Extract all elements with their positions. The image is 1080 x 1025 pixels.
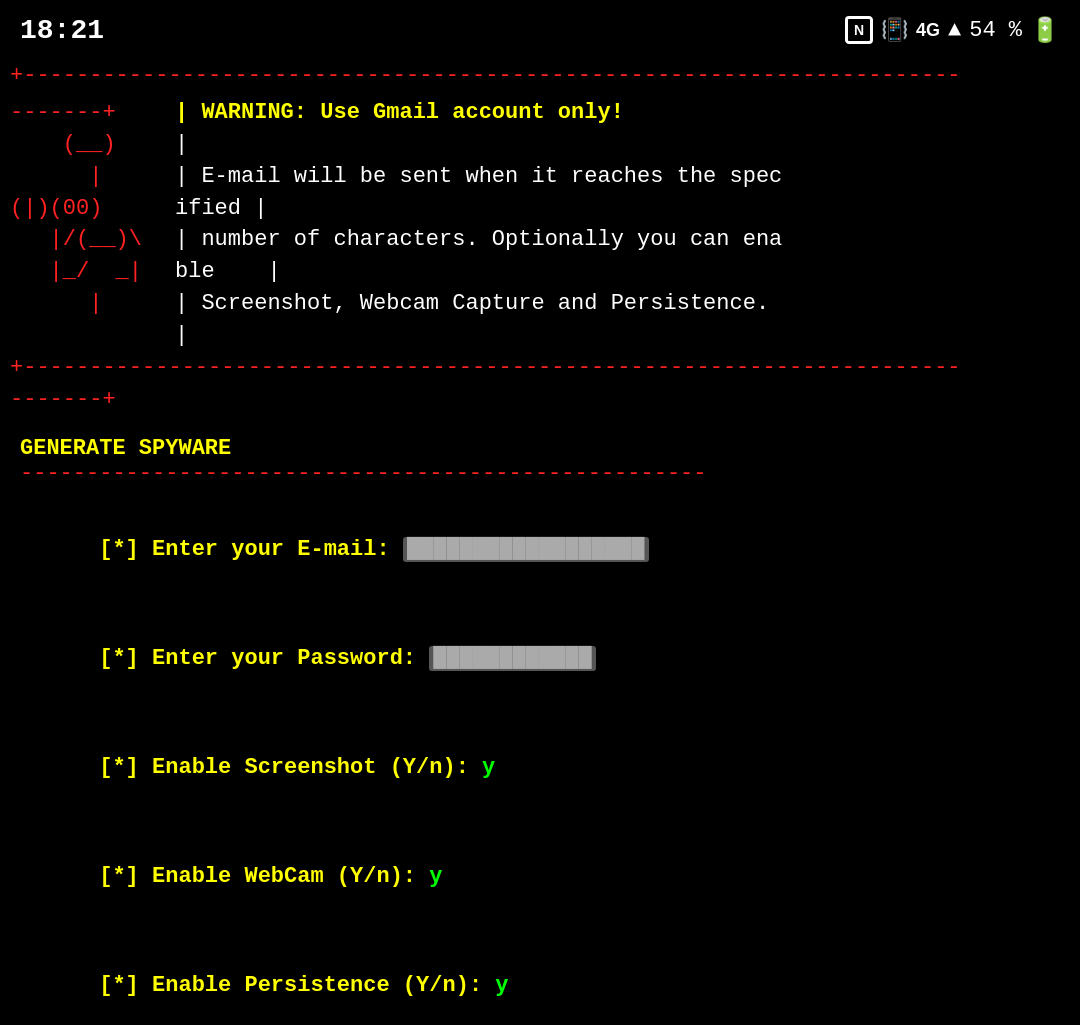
webcam-field-line: [*] Enable WebCam (Y/n): y	[20, 822, 1070, 931]
status-time: 18:21	[20, 15, 104, 46]
terminal-area: +---------------------------------------…	[0, 60, 1080, 1025]
screenshot-label: [*] Enable Screenshot (Y/n):	[99, 755, 482, 780]
battery-icon: 🔋	[1030, 16, 1060, 45]
email-value: ██████████████████	[403, 537, 649, 562]
bottom-dash-line: -------+	[10, 384, 1070, 416]
persistence-value: y	[495, 973, 508, 998]
screenshot-value: y	[482, 755, 495, 780]
status-icons: N 📳 4G ▲ 54 % 🔋	[845, 16, 1060, 45]
password-label: [*] Enter your Password:	[99, 646, 429, 671]
persistence-label: [*] Enable Persistence (Y/n):	[99, 973, 495, 998]
screenshot-field-line: [*] Enable Screenshot (Y/n): y	[20, 714, 1070, 823]
top-divider-line: +---------------------------------------…	[10, 60, 1070, 92]
password-field-line: [*] Enter your Password: ████████████	[20, 605, 1070, 714]
email-field-line: [*] Enter your E-mail: █████████████████…	[20, 496, 1070, 605]
signal-bars-icon: ▲	[948, 18, 961, 43]
vibrate-icon: 📳	[881, 17, 908, 44]
persistence-field-line: [*] Enable Persistence (Y/n): y	[20, 931, 1070, 1025]
warning-text: | WARNING: Use Gmail account only!	[175, 100, 624, 125]
password-value: ████████████	[429, 646, 595, 671]
form-area: [*] Enter your E-mail: █████████████████…	[10, 496, 1070, 1025]
nfc-icon: N	[845, 16, 873, 44]
webcam-label: [*] Enable WebCam (Y/n):	[99, 864, 429, 889]
ascii-art: -------+ (__) | (|)(00) |/(__)\ |_/ _| |	[10, 97, 175, 352]
status-bar: 18:21 N 📳 4G ▲ 54 % 🔋	[0, 0, 1080, 60]
section-title: GENERATE SPYWARE	[10, 436, 1070, 461]
section-underline: ----------------------------------------…	[10, 461, 1070, 486]
ascii-block: -------+ (__) | (|)(00) |/(__)\ |_/ _| |…	[10, 97, 1070, 352]
4g-signal-icon: 4G	[916, 20, 940, 41]
message-block: | WARNING: Use Gmail account only! | | E…	[175, 97, 1070, 352]
battery-percent: 54 %	[969, 18, 1022, 43]
email-label: [*] Enter your E-mail:	[99, 537, 403, 562]
webcam-value: y	[429, 864, 442, 889]
bottom-divider-line: +---------------------------------------…	[10, 352, 1070, 384]
